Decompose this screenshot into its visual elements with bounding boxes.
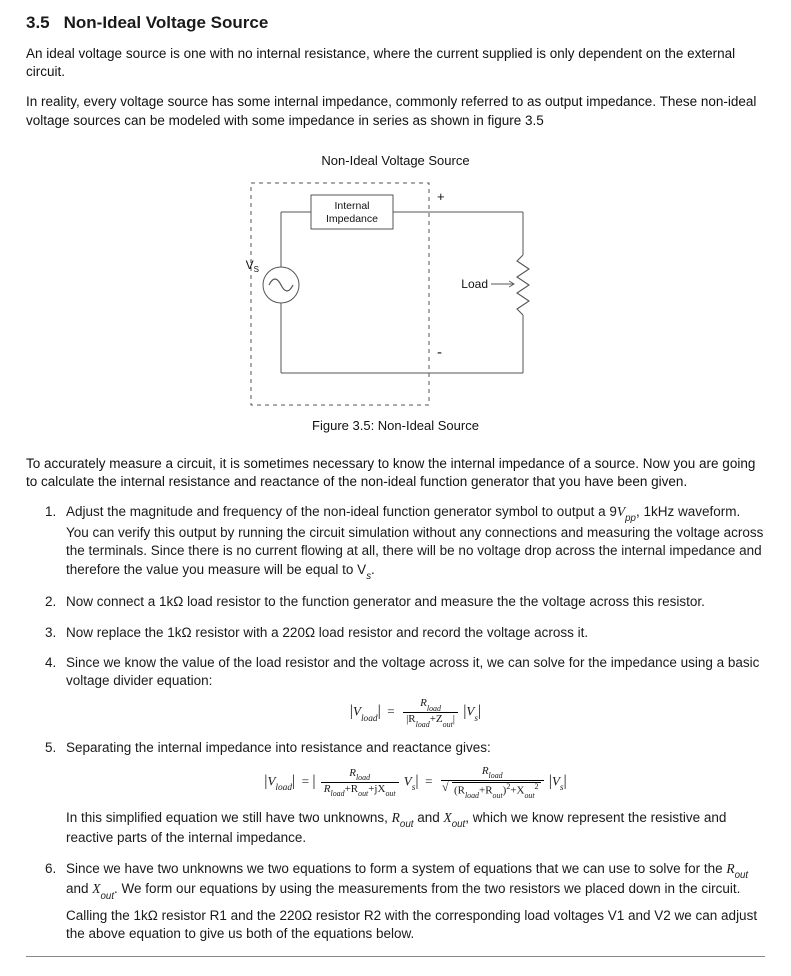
para-after-figure: To accurately measure a circuit, it is s… <box>26 455 765 491</box>
minus-terminal: - <box>437 344 442 361</box>
intro-paragraph-2: In reality, every voltage source has som… <box>26 93 765 129</box>
step-5: Separating the internal impedance into r… <box>60 739 765 847</box>
vs-label: VS <box>245 258 258 274</box>
internal-impedance-label-1: Internal <box>334 200 369 212</box>
section-heading: 3.5 Non-Ideal Voltage Source <box>26 12 765 35</box>
steps-list: Adjust the magnitude and frequency of th… <box>26 503 765 943</box>
step-3: Now replace the 1kΩ resistor with a 220Ω… <box>60 624 765 642</box>
section-title: Non-Ideal Voltage Source <box>64 13 269 32</box>
load-label: Load <box>461 277 488 291</box>
step-5-after: In this simplified equation we still hav… <box>66 809 765 848</box>
figure-top-label: Non-Ideal Voltage Source <box>321 152 469 170</box>
step-6-b: Calling the 1kΩ resistor R1 and the 220Ω… <box>66 907 765 943</box>
equation-1: |Vload| = Rload |Rload+Zout| |Vs| <box>66 698 765 727</box>
section-number: 3.5 <box>26 12 50 35</box>
document-page: 3.5 Non-Ideal Voltage Source An ideal vol… <box>0 0 791 976</box>
page-divider <box>26 956 765 957</box>
circuit-diagram: Internal Impedance VS + - Load <box>241 177 551 409</box>
load-resistor-icon <box>517 255 529 315</box>
step-6: Since we have two unknowns we two equati… <box>60 860 765 944</box>
intro-paragraph-1: An ideal voltage source is one with no i… <box>26 45 765 81</box>
step-2: Now connect a 1kΩ load resistor to the f… <box>60 593 765 611</box>
equation-2: |Vload| = | Rload Rload+Rout+jXout Vs| =… <box>66 766 765 799</box>
step-1: Adjust the magnitude and frequency of th… <box>60 503 765 581</box>
step-4: Since we know the value of the load resi… <box>60 654 765 728</box>
internal-impedance-label-2: Impedance <box>326 213 378 225</box>
figure-wrap: Non-Ideal Voltage Source Internal Impeda… <box>26 142 765 449</box>
plus-terminal: + <box>437 189 445 204</box>
figure-caption: Figure 3.5: Non-Ideal Source <box>312 417 479 435</box>
